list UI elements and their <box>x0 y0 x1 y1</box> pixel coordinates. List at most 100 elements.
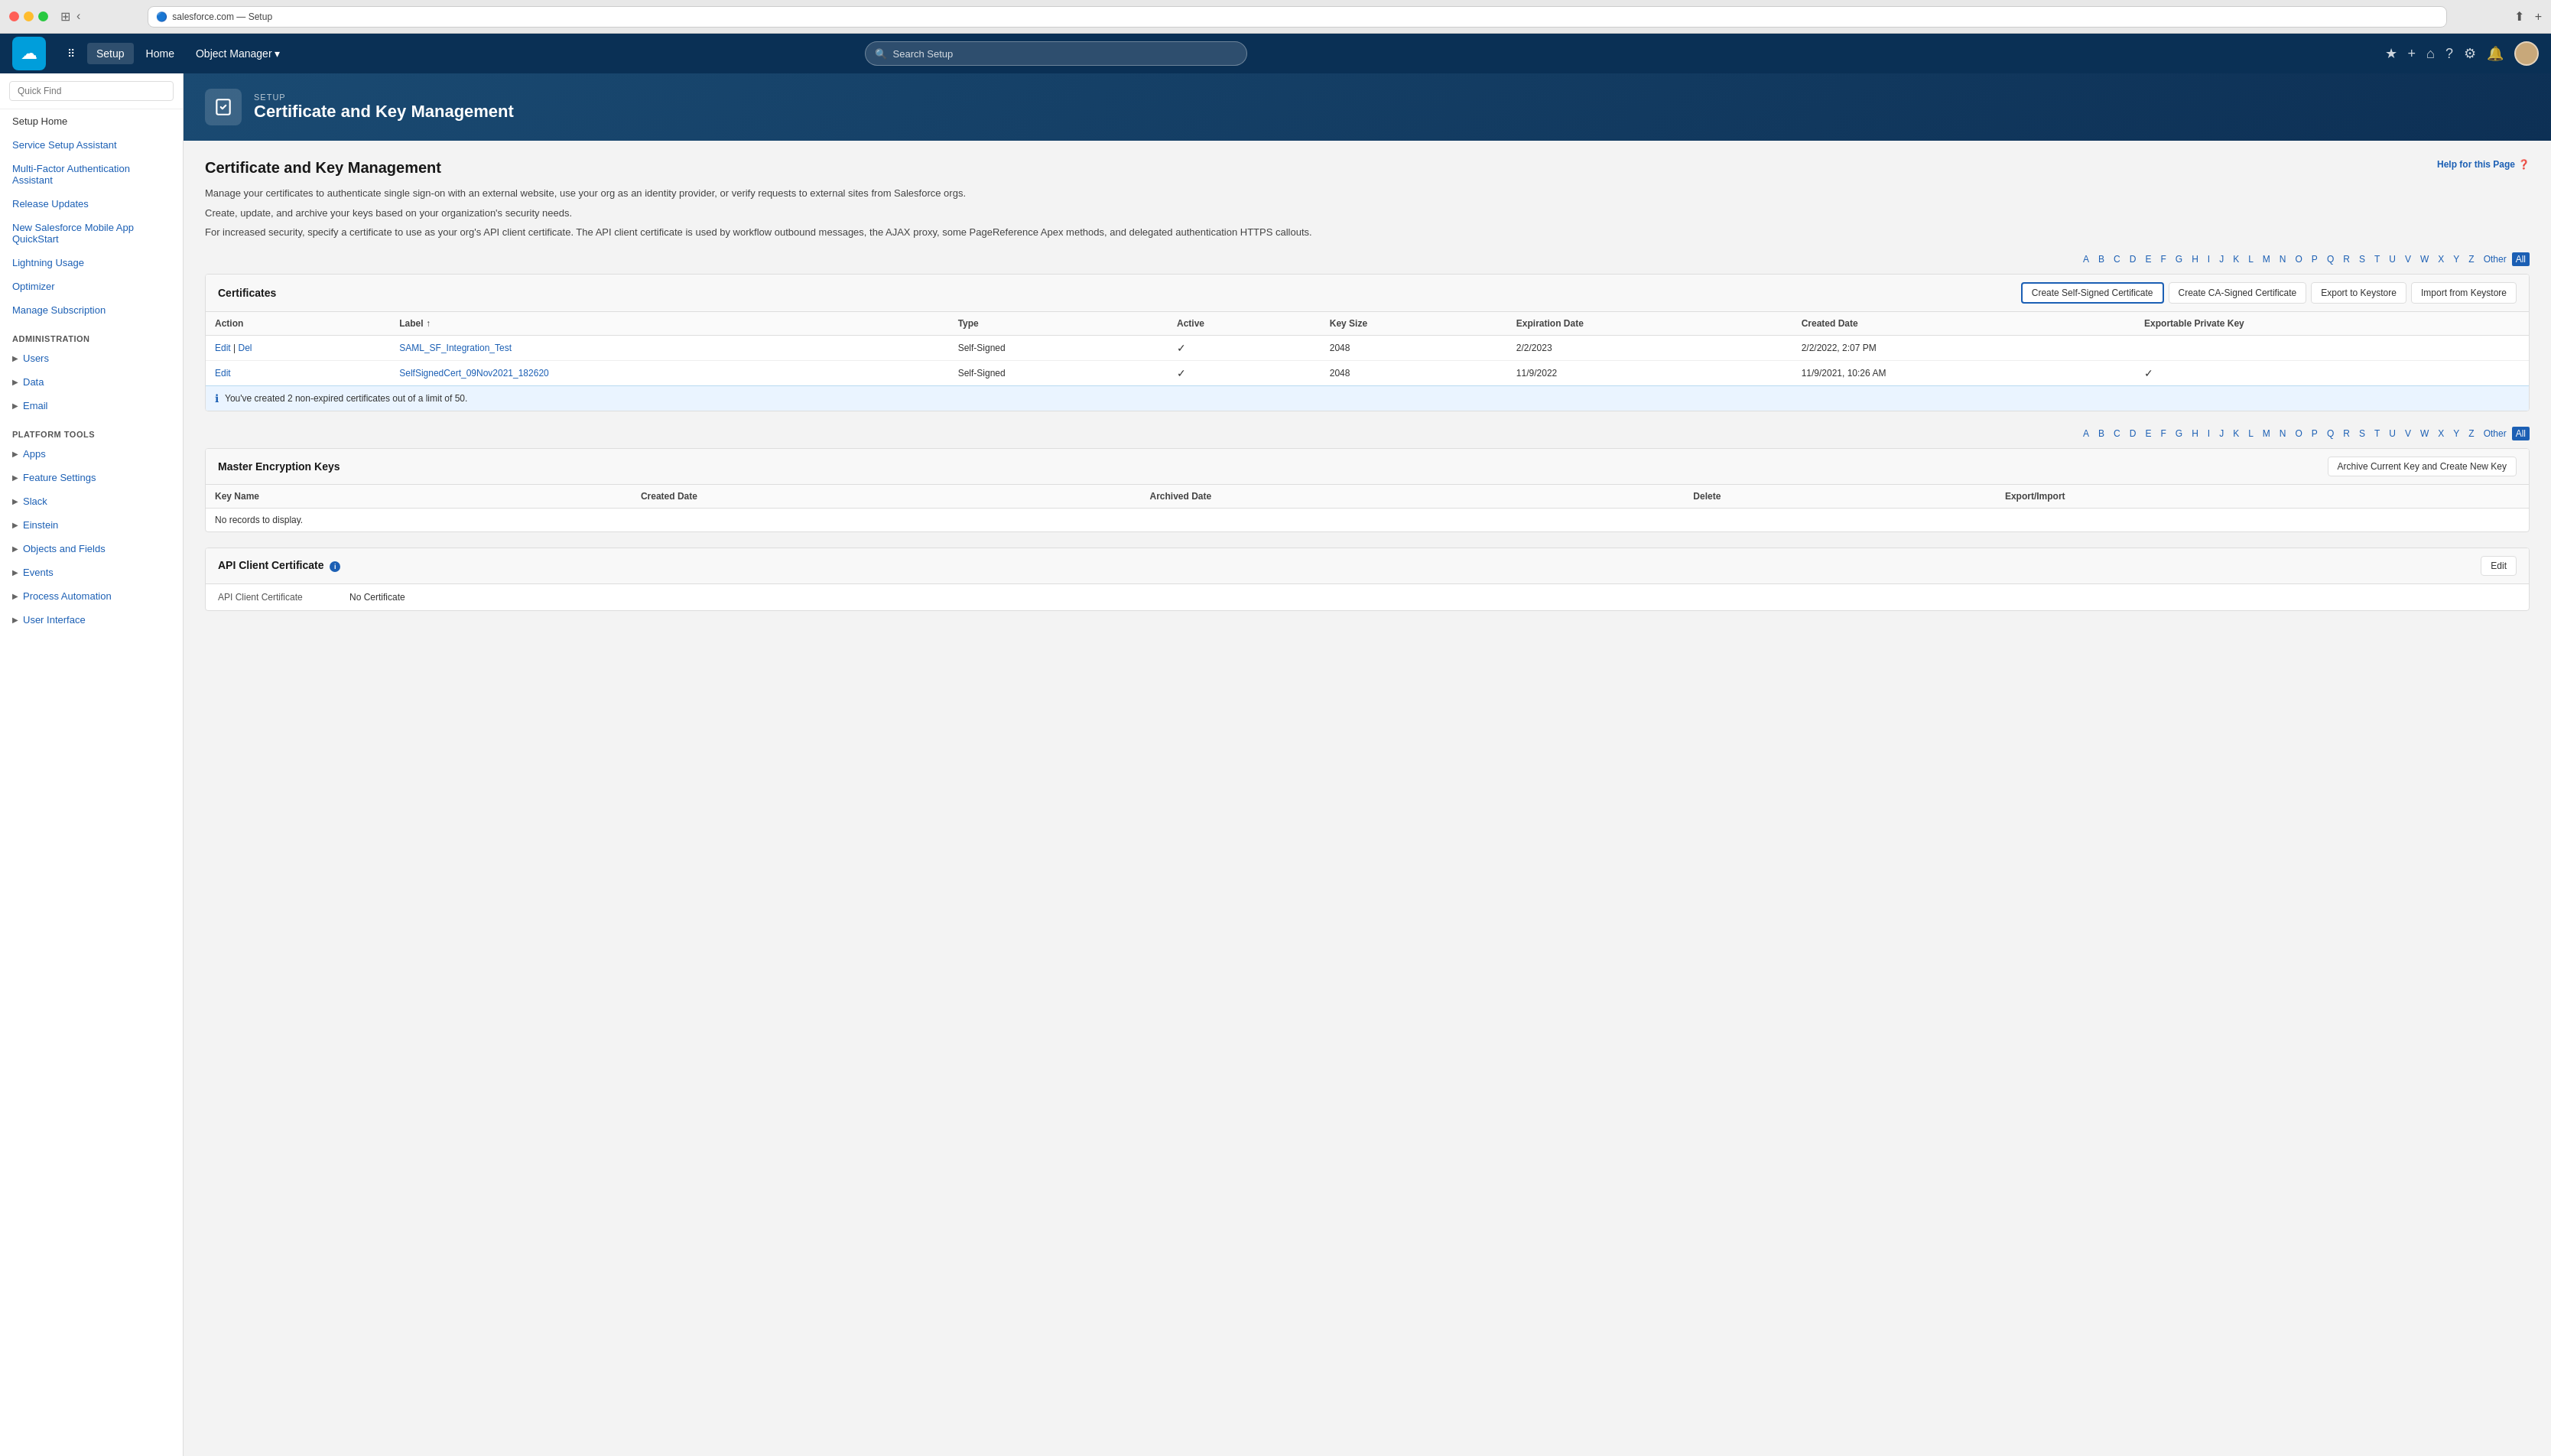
alpha-nav-c[interactable]: C <box>2110 427 2124 440</box>
alpha-nav-c[interactable]: C <box>2110 252 2124 266</box>
alpha-nav-p[interactable]: P <box>2308 252 2322 266</box>
alpha-nav-y[interactable]: Y <box>2449 427 2463 440</box>
alpha-nav-d[interactable]: D <box>2126 252 2140 266</box>
nav-apps-icon[interactable]: ⠿ <box>58 43 84 64</box>
nav-object-manager[interactable]: Object Manager ▾ <box>187 43 290 64</box>
alpha-nav-q[interactable]: Q <box>2323 252 2338 266</box>
sidebar-item-apps[interactable]: ▶ Apps <box>0 442 183 466</box>
sidebar-item-release-updates[interactable]: Release Updates <box>0 192 183 216</box>
sidebar-item-slack[interactable]: ▶ Slack <box>0 489 183 513</box>
alpha-nav-b[interactable]: B <box>2094 252 2108 266</box>
alpha-nav-h[interactable]: H <box>2188 427 2202 440</box>
alpha-nav-f[interactable]: F <box>2156 427 2169 440</box>
sidebar-item-setup-home[interactable]: Setup Home <box>0 109 183 133</box>
alpha-nav-i[interactable]: I <box>2204 427 2214 440</box>
alpha-nav-x[interactable]: X <box>2434 252 2448 266</box>
sidebar-item-service-setup[interactable]: Service Setup Assistant <box>0 133 183 157</box>
sidebar-item-mobile-quickstart[interactable]: New Salesforce Mobile App QuickStart <box>0 216 183 251</box>
create-self-signed-button[interactable]: Create Self-Signed Certificate <box>2021 282 2164 304</box>
alpha-nav-y[interactable]: Y <box>2449 252 2463 266</box>
sidebar-item-manage-subscription[interactable]: Manage Subscription <box>0 298 183 322</box>
edit-link-2[interactable]: Edit <box>215 368 231 379</box>
alpha-nav-j[interactable]: J <box>2215 427 2228 440</box>
sf-search-bar[interactable]: 🔍 Search Setup <box>865 41 1247 66</box>
alpha-nav-q[interactable]: Q <box>2323 427 2338 440</box>
export-keystore-button[interactable]: Export to Keystore <box>2311 282 2406 304</box>
alpha-nav-u[interactable]: U <box>2385 427 2400 440</box>
alpha-nav-t[interactable]: T <box>2371 427 2384 440</box>
alpha-nav-v[interactable]: V <box>2401 252 2415 266</box>
del-link-1[interactable]: Del <box>238 343 252 353</box>
sidebar-item-einstein[interactable]: ▶ Einstein <box>0 513 183 537</box>
back-icon[interactable]: ‹ <box>76 9 80 24</box>
alpha-nav-s[interactable]: S <box>2355 252 2369 266</box>
star-icon[interactable]: ★ <box>2385 45 2397 62</box>
alpha-nav-h[interactable]: H <box>2188 252 2202 266</box>
alpha-nav-w[interactable]: W <box>2416 252 2432 266</box>
alpha-nav-r[interactable]: R <box>2339 427 2354 440</box>
home-icon[interactable]: ⌂ <box>2426 46 2435 62</box>
alpha-nav-l[interactable]: L <box>2244 252 2257 266</box>
alpha-nav-m[interactable]: M <box>2259 252 2274 266</box>
cert-label-link-2[interactable]: SelfSignedCert_09Nov2021_182620 <box>399 368 549 379</box>
alpha-nav-z[interactable]: Z <box>2465 427 2478 440</box>
sidebar-item-process-automation[interactable]: ▶ Process Automation <box>0 584 183 608</box>
sidebar-item-user-interface[interactable]: ▶ User Interface <box>0 608 183 632</box>
alpha-nav-f[interactable]: F <box>2156 252 2169 266</box>
alpha-nav-w[interactable]: W <box>2416 427 2432 440</box>
sidebar-item-feature-settings[interactable]: ▶ Feature Settings <box>0 466 183 489</box>
alpha-nav-s[interactable]: S <box>2355 427 2369 440</box>
alpha-nav-a[interactable]: A <box>2079 427 2093 440</box>
alpha-nav-other[interactable]: Other <box>2480 427 2510 440</box>
alpha-nav-z[interactable]: Z <box>2465 252 2478 266</box>
alpha-nav-a[interactable]: A <box>2079 252 2093 266</box>
sidebar-item-email[interactable]: ▶ Email <box>0 394 183 418</box>
settings-icon[interactable]: ⚙ <box>2464 45 2476 62</box>
alpha-nav-t[interactable]: T <box>2371 252 2384 266</box>
maximize-button[interactable] <box>38 11 48 21</box>
alpha-nav-d[interactable]: D <box>2126 427 2140 440</box>
help-icon[interactable]: ? <box>2445 46 2453 62</box>
sidebar-item-data[interactable]: ▶ Data <box>0 370 183 394</box>
nav-controls[interactable]: ⊞ ‹ <box>60 9 80 24</box>
alpha-nav-v[interactable]: V <box>2401 427 2415 440</box>
alpha-nav-i[interactable]: I <box>2204 252 2214 266</box>
create-ca-signed-button[interactable]: Create CA-Signed Certificate <box>2169 282 2307 304</box>
alpha-nav-u[interactable]: U <box>2385 252 2400 266</box>
quick-find-input[interactable] <box>9 81 174 101</box>
close-button[interactable] <box>9 11 19 21</box>
sidebar-item-mfa[interactable]: Multi-Factor Authentication Assistant <box>0 157 183 192</box>
alpha-nav-b[interactable]: B <box>2094 427 2108 440</box>
alpha-nav-e[interactable]: E <box>2141 427 2155 440</box>
alpha-nav-o[interactable]: O <box>2292 252 2306 266</box>
alpha-nav-m[interactable]: M <box>2259 427 2274 440</box>
add-tab-icon[interactable]: + <box>2535 10 2542 24</box>
url-bar[interactable]: 🔵 salesforce.com — Setup <box>148 6 2446 28</box>
alpha-nav-all[interactable]: All <box>2512 252 2530 266</box>
sidebar-item-objects-fields[interactable]: ▶ Objects and Fields <box>0 537 183 561</box>
alpha-nav-other[interactable]: Other <box>2480 252 2510 266</box>
help-link[interactable]: Help for this Page ❓ <box>2437 159 2530 170</box>
alpha-nav-k[interactable]: K <box>2229 252 2243 266</box>
window-controls[interactable] <box>9 11 48 21</box>
alpha-nav-g[interactable]: G <box>2172 252 2186 266</box>
archive-key-button[interactable]: Archive Current Key and Create New Key <box>2328 457 2517 476</box>
alpha-nav-n[interactable]: N <box>2276 427 2290 440</box>
sidebar-item-events[interactable]: ▶ Events <box>0 561 183 584</box>
alpha-nav-x[interactable]: X <box>2434 427 2448 440</box>
nav-setup[interactable]: Setup <box>87 43 134 64</box>
col-label[interactable]: Label ↑ <box>390 312 948 336</box>
alpha-nav-p[interactable]: P <box>2308 427 2322 440</box>
alpha-nav-n[interactable]: N <box>2276 252 2290 266</box>
sidebar-item-users[interactable]: ▶ Users <box>0 346 183 370</box>
avatar[interactable] <box>2514 41 2539 66</box>
alpha-nav-k[interactable]: K <box>2229 427 2243 440</box>
import-keystore-button[interactable]: Import from Keystore <box>2411 282 2517 304</box>
alpha-nav-o[interactable]: O <box>2292 427 2306 440</box>
cert-label-link-1[interactable]: SAML_SF_Integration_Test <box>399 343 512 353</box>
api-cert-edit-button[interactable]: Edit <box>2481 556 2517 576</box>
bell-icon[interactable]: 🔔 <box>2487 45 2504 62</box>
alpha-nav-e[interactable]: E <box>2141 252 2155 266</box>
alpha-nav-j[interactable]: J <box>2215 252 2228 266</box>
edit-link-1[interactable]: Edit <box>215 343 231 353</box>
